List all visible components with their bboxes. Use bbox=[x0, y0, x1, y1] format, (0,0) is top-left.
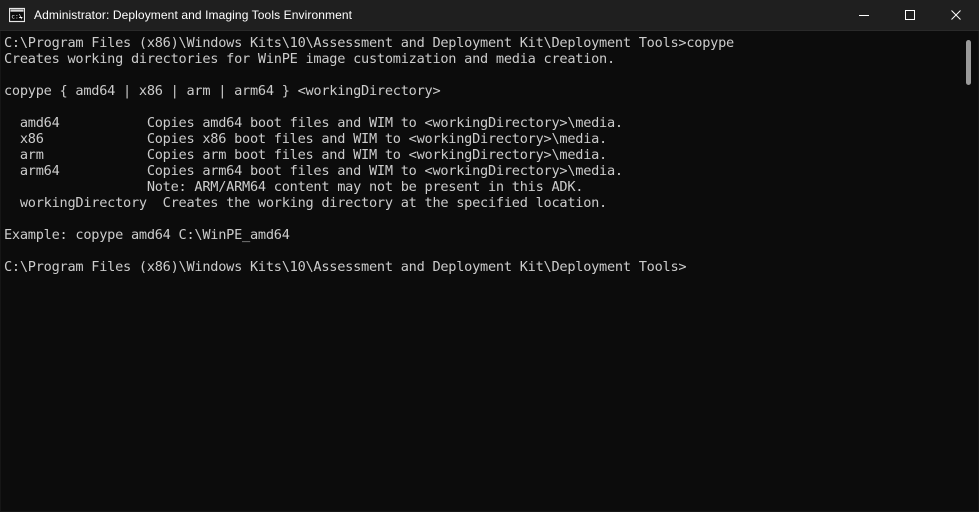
console-line: copype { amd64 | x86 | arm | arm64 } <wo… bbox=[4, 83, 441, 99]
console-window-icon: c:\ bbox=[9, 7, 25, 23]
window-titlebar[interactable]: c:\ Administrator: Deployment and Imagin… bbox=[0, 0, 979, 31]
console-line: arm Copies arm boot files and WIM to <wo… bbox=[4, 147, 607, 163]
maximize-icon bbox=[905, 10, 915, 20]
console-text: C:\Program Files (x86)\Windows Kits\10\A… bbox=[4, 35, 978, 275]
console-scrollbar-thumb[interactable] bbox=[966, 40, 971, 85]
console-scrollbar[interactable] bbox=[961, 31, 977, 511]
minimize-icon bbox=[859, 15, 869, 16]
console-window: c:\ Administrator: Deployment and Imagin… bbox=[0, 0, 979, 512]
console-line: C:\Program Files (x86)\Windows Kits\10\A… bbox=[4, 259, 687, 275]
console-line: x86 Copies x86 boot files and WIM to <wo… bbox=[4, 131, 607, 147]
maximize-button[interactable] bbox=[887, 0, 933, 31]
console-line: workingDirectory Creates the working dir… bbox=[4, 195, 607, 211]
console-line: Example: copype amd64 C:\WinPE_amd64 bbox=[4, 227, 290, 243]
console-output-area[interactable]: C:\Program Files (x86)\Windows Kits\10\A… bbox=[0, 31, 979, 512]
close-button[interactable] bbox=[933, 0, 979, 31]
window-title: Administrator: Deployment and Imaging To… bbox=[34, 8, 353, 22]
console-line: amd64 Copies amd64 boot files and WIM to… bbox=[4, 115, 623, 131]
console-line: arm64 Copies arm64 boot files and WIM to… bbox=[4, 163, 623, 179]
console-line: C:\Program Files (x86)\Windows Kits\10\A… bbox=[4, 35, 734, 51]
minimize-button[interactable] bbox=[841, 0, 887, 31]
window-controls bbox=[841, 0, 979, 31]
close-icon bbox=[951, 10, 961, 20]
console-line: Creates working directories for WinPE im… bbox=[4, 51, 615, 67]
console-line: Note: ARM/ARM64 content may not be prese… bbox=[4, 179, 584, 195]
